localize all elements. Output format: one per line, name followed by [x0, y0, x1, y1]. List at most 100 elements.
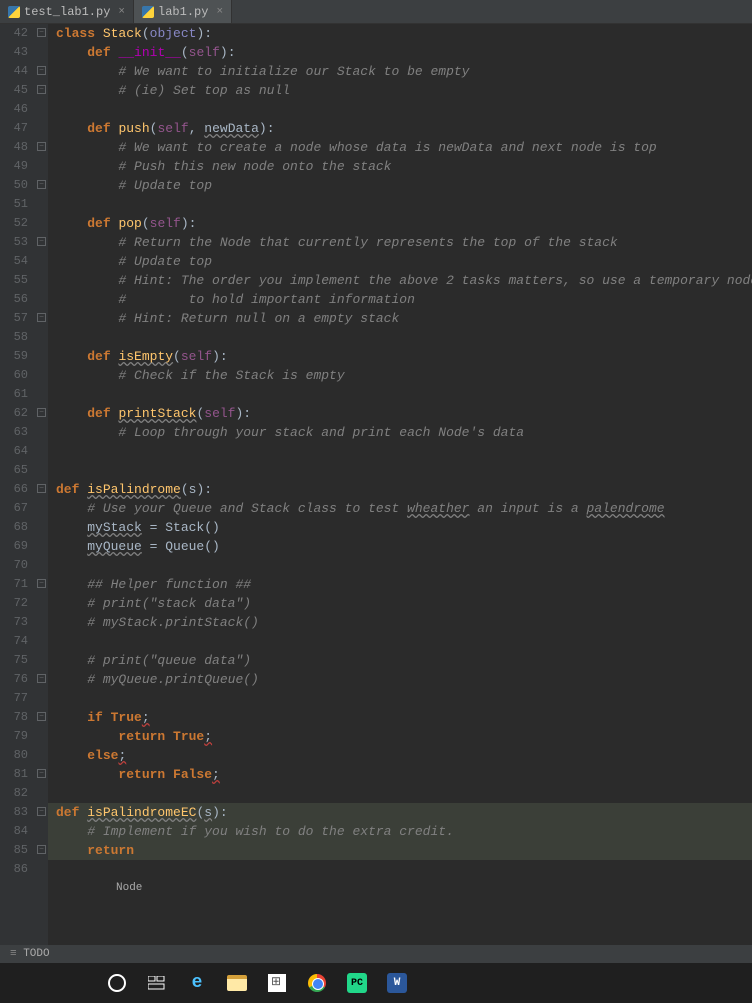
- code-line[interactable]: ## Helper function ##: [56, 575, 752, 594]
- code-line[interactable]: def isEmpty(self):: [56, 347, 752, 366]
- code-line[interactable]: [56, 100, 752, 119]
- code-line[interactable]: # Check if the Stack is empty: [56, 366, 752, 385]
- code-line[interactable]: def isPalindrome(s):: [56, 480, 752, 499]
- breadcrumb[interactable]: Node: [56, 879, 752, 898]
- line-number: 47: [0, 119, 28, 138]
- close-icon[interactable]: ×: [216, 6, 223, 18]
- line-number: 43: [0, 43, 28, 62]
- code-line[interactable]: [56, 632, 752, 651]
- code-line[interactable]: def printStack(self):: [56, 404, 752, 423]
- fold-open-icon[interactable]: −: [37, 237, 46, 246]
- fold-open-icon[interactable]: −: [37, 28, 46, 37]
- line-number: 81: [0, 765, 28, 784]
- line-number: 57: [0, 309, 28, 328]
- line-number: 74: [0, 632, 28, 651]
- line-number: 72: [0, 594, 28, 613]
- line-number: 50: [0, 176, 28, 195]
- code-line[interactable]: # myQueue.printQueue(): [56, 670, 752, 689]
- code-line[interactable]: def push(self, newData):: [56, 119, 752, 138]
- code-line[interactable]: if True;: [56, 708, 752, 727]
- code-line[interactable]: # myStack.printStack(): [56, 613, 752, 632]
- line-number: 86: [0, 860, 28, 879]
- line-number: 76: [0, 670, 28, 689]
- code-line[interactable]: # (ie) Set top as null: [56, 81, 752, 100]
- todo-tool[interactable]: ≡ TODO: [10, 948, 50, 960]
- code-line[interactable]: else;: [56, 746, 752, 765]
- line-number: 54: [0, 252, 28, 271]
- code-line[interactable]: [56, 860, 752, 879]
- code-area[interactable]: class Stack(object): def __init__(self):…: [48, 24, 752, 945]
- tab-lab1[interactable]: lab1.py ×: [134, 0, 232, 23]
- code-line[interactable]: [56, 385, 752, 404]
- fold-close-icon[interactable]: −: [37, 180, 46, 189]
- code-line[interactable]: def pop(self):: [56, 214, 752, 233]
- fold-close-icon[interactable]: −: [37, 408, 46, 417]
- line-number: 62: [0, 404, 28, 423]
- python-file-icon: [8, 6, 20, 18]
- code-line[interactable]: # We want to initialize our Stack to be …: [56, 62, 752, 81]
- code-line[interactable]: # Use your Queue and Stack class to test…: [56, 499, 752, 518]
- line-number: 79: [0, 727, 28, 746]
- code-line[interactable]: # print("queue data"): [56, 651, 752, 670]
- edge-icon[interactable]: e: [180, 966, 214, 1000]
- code-line[interactable]: [56, 195, 752, 214]
- code-line[interactable]: # Loop through your stack and print each…: [56, 423, 752, 442]
- code-line[interactable]: [56, 461, 752, 480]
- code-line[interactable]: # Hint: Return null on a empty stack: [56, 309, 752, 328]
- pycharm-icon[interactable]: PC: [340, 966, 374, 1000]
- tab-label: lab1.py: [158, 5, 208, 19]
- editor-tabs: test_lab1.py × lab1.py ×: [0, 0, 752, 24]
- code-line[interactable]: return: [56, 841, 752, 860]
- code-line[interactable]: myStack = Stack(): [56, 518, 752, 537]
- code-line[interactable]: # print("stack data"): [56, 594, 752, 613]
- fold-open-icon[interactable]: −: [37, 579, 46, 588]
- fold-open-icon[interactable]: −: [37, 712, 46, 721]
- line-number: 44: [0, 62, 28, 81]
- task-view-icon[interactable]: [140, 966, 174, 1000]
- windows-taskbar: e PC W: [0, 963, 752, 1003]
- fold-close-icon[interactable]: −: [37, 674, 46, 683]
- code-line[interactable]: return False;: [56, 765, 752, 784]
- code-line[interactable]: # Update top: [56, 252, 752, 271]
- code-line[interactable]: # Return the Node that currently represe…: [56, 233, 752, 252]
- code-line[interactable]: # Hint: The order you implement the abov…: [56, 271, 752, 290]
- code-line[interactable]: # to hold important information: [56, 290, 752, 309]
- fold-close-icon[interactable]: −: [37, 85, 46, 94]
- code-line[interactable]: def __init__(self):: [56, 43, 752, 62]
- chrome-icon[interactable]: [300, 966, 334, 1000]
- close-icon[interactable]: ×: [118, 6, 125, 18]
- line-number: 71: [0, 575, 28, 594]
- line-number: 49: [0, 157, 28, 176]
- code-line[interactable]: # Update top: [56, 176, 752, 195]
- line-number: 67: [0, 499, 28, 518]
- code-line[interactable]: return True;: [56, 727, 752, 746]
- code-line[interactable]: # Push this new node onto the stack: [56, 157, 752, 176]
- code-line[interactable]: # Implement if you wish to do the extra …: [56, 822, 752, 841]
- store-icon[interactable]: [260, 966, 294, 1000]
- word-icon[interactable]: W: [380, 966, 414, 1000]
- fold-open-icon[interactable]: −: [37, 66, 46, 75]
- line-number: 46: [0, 100, 28, 119]
- fold-close-icon[interactable]: −: [37, 313, 46, 322]
- fold-close-icon[interactable]: −: [37, 769, 46, 778]
- code-line[interactable]: myQueue = Queue(): [56, 537, 752, 556]
- cortana-icon[interactable]: [100, 966, 134, 1000]
- status-bar: ≡ TODO: [0, 945, 752, 963]
- explorer-icon[interactable]: [220, 966, 254, 1000]
- code-line[interactable]: [56, 689, 752, 708]
- code-line[interactable]: [56, 442, 752, 461]
- code-line[interactable]: [56, 784, 752, 803]
- fold-open-icon[interactable]: −: [37, 484, 46, 493]
- line-number: 84: [0, 822, 28, 841]
- code-editor[interactable]: 4243444546474849505152535455565758596061…: [0, 24, 752, 945]
- fold-open-icon[interactable]: −: [37, 142, 46, 151]
- fold-open-icon[interactable]: −: [37, 807, 46, 816]
- fold-close-icon[interactable]: −: [37, 845, 46, 854]
- tab-test-lab1[interactable]: test_lab1.py ×: [0, 0, 134, 23]
- code-line[interactable]: def isPalindromeEC(s):: [56, 803, 752, 822]
- code-line[interactable]: # We want to create a node whose data is…: [56, 138, 752, 157]
- code-line[interactable]: [56, 556, 752, 575]
- code-line[interactable]: class Stack(object):: [56, 24, 752, 43]
- line-number: 85: [0, 841, 28, 860]
- code-line[interactable]: [56, 328, 752, 347]
